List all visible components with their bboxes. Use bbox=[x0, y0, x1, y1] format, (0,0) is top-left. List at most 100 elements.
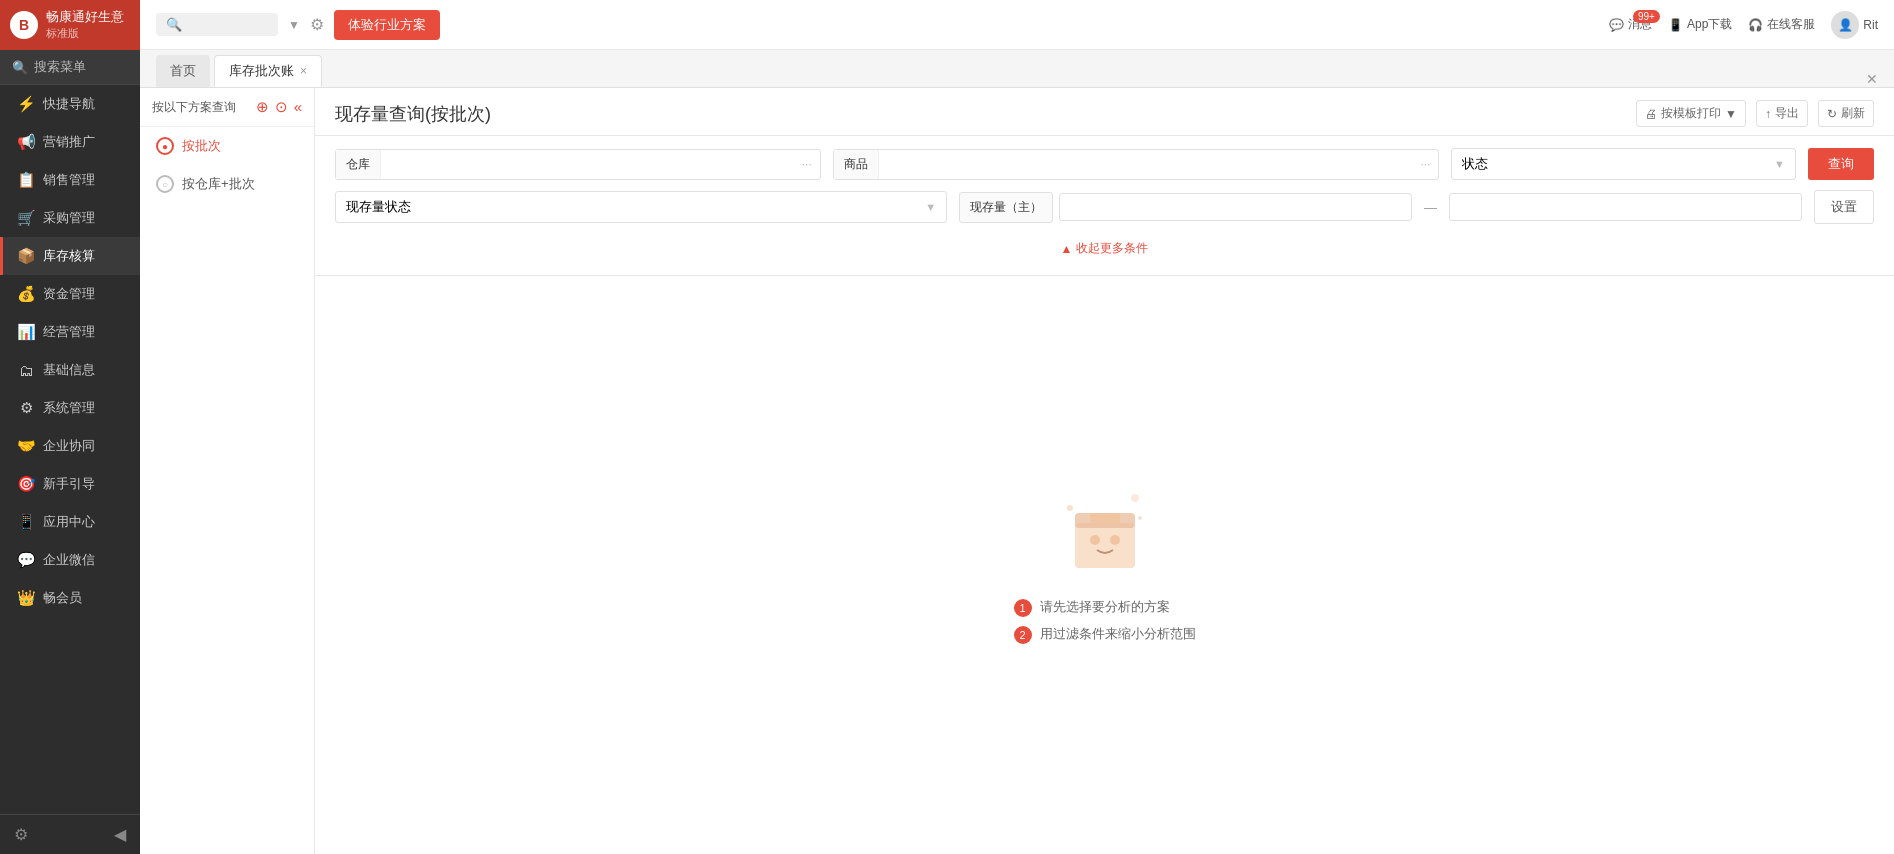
marketing-icon: 📢 bbox=[17, 133, 35, 151]
tab-home[interactable]: 首页 bbox=[156, 55, 210, 87]
print-label: 按模板打印 bbox=[1661, 105, 1721, 122]
nav-icon: ⚡ bbox=[17, 95, 35, 113]
online-service-btn[interactable]: 🎧 在线客服 bbox=[1748, 16, 1815, 33]
tab-close-icon[interactable]: × bbox=[300, 64, 307, 78]
print-icon: 🖨 bbox=[1645, 107, 1657, 121]
wechat-icon: 💬 bbox=[17, 551, 35, 569]
sidebar-item-basic[interactable]: 🗂 基础信息 bbox=[0, 351, 140, 389]
collapse-icon: ▲ bbox=[1061, 242, 1073, 256]
stock-status-filter[interactable]: 现存量状态 ▼ bbox=[335, 191, 947, 223]
stock-qty-label: 现存量（主） bbox=[959, 192, 1053, 223]
messages-badge: 99+ bbox=[1633, 10, 1660, 23]
page-header: 现存量查询(按批次) 🖨 按模板打印 ▼ ↑ 导出 ↻ 刷新 bbox=[315, 88, 1894, 136]
sidebar: B 畅康通好生意 标准版 🔍 搜索菜单 ⚡ 快捷导航 📢 营销推广 📋 销售管理… bbox=[0, 0, 140, 854]
app-download-btn[interactable]: 📱 App下载 bbox=[1668, 16, 1732, 33]
sales-icon: 📋 bbox=[17, 171, 35, 189]
sidebar-item-label: 采购管理 bbox=[43, 209, 95, 227]
step-1-text: 请先选择要分析的方案 bbox=[1040, 598, 1170, 616]
system-icon: ⚙ bbox=[17, 399, 35, 417]
sidebar-item-nav[interactable]: ⚡ 快捷导航 bbox=[0, 85, 140, 123]
scheme-active-icon: ● bbox=[156, 137, 174, 155]
product-filter[interactable]: 商品 ··· bbox=[833, 149, 1440, 180]
sidebar-item-inventory[interactable]: 📦 库存核算 bbox=[0, 237, 140, 275]
scheme-item-batch[interactable]: ● 按批次 bbox=[140, 127, 314, 165]
sidebar-item-finance[interactable]: 💰 资金管理 bbox=[0, 275, 140, 313]
sidebar-item-guide[interactable]: 🎯 新手引导 bbox=[0, 465, 140, 503]
app-name: 畅康通好生意 bbox=[46, 9, 124, 26]
sidebar-search[interactable]: 🔍 搜索菜单 bbox=[0, 50, 140, 85]
sidebar-item-label: 经营管理 bbox=[43, 323, 95, 341]
app-title-group: 畅康通好生意 标准版 bbox=[46, 9, 124, 41]
scheme-item-warehouse-batch[interactable]: ○ 按仓库+批次 bbox=[140, 165, 314, 203]
svg-point-5 bbox=[1067, 505, 1073, 511]
guide-icon: 🎯 bbox=[17, 475, 35, 493]
right-panel: 现存量查询(按批次) 🖨 按模板打印 ▼ ↑ 导出 ↻ 刷新 bbox=[315, 88, 1894, 854]
sidebar-item-label: 基础信息 bbox=[43, 361, 95, 379]
svg-point-4 bbox=[1110, 535, 1120, 545]
sidebar-item-label: 畅会员 bbox=[43, 589, 82, 607]
refresh-icon: ↻ bbox=[1827, 107, 1837, 121]
product-more-icon[interactable]: ··· bbox=[1412, 151, 1438, 177]
sidebar-item-member[interactable]: 👑 畅会员 bbox=[0, 579, 140, 617]
search-icon: 🔍 bbox=[12, 60, 28, 75]
query-button[interactable]: 查询 bbox=[1808, 148, 1874, 180]
sidebar-item-app[interactable]: 📱 应用中心 bbox=[0, 503, 140, 541]
topbar-search-input[interactable] bbox=[188, 18, 268, 32]
purchase-icon: 🛒 bbox=[17, 209, 35, 227]
stock-qty-from-input[interactable] bbox=[1059, 193, 1412, 221]
filter-row-2: 现存量状态 ▼ 现存量（主） — 设置 bbox=[335, 190, 1874, 224]
avatar: 👤 bbox=[1831, 11, 1859, 39]
product-input[interactable] bbox=[879, 151, 1413, 177]
sidebar-item-label: 系统管理 bbox=[43, 399, 95, 417]
stock-status-label: 现存量状态 bbox=[346, 198, 411, 216]
print-dropdown-icon[interactable]: ▼ bbox=[1725, 107, 1737, 121]
svg-point-7 bbox=[1131, 494, 1139, 502]
svg-rect-0 bbox=[1075, 523, 1135, 568]
warehouse-input[interactable] bbox=[381, 151, 794, 177]
settings-gear-icon[interactable]: ⚙ bbox=[310, 15, 324, 34]
panel-close-btn[interactable]: ✕ bbox=[1866, 71, 1878, 87]
status-label: 状态 bbox=[1462, 155, 1488, 173]
status-filter[interactable]: 状态 ▼ bbox=[1451, 148, 1796, 180]
scheme-list: ● 按批次 ○ 按仓库+批次 bbox=[140, 127, 314, 203]
step-1-num: 1 bbox=[1014, 599, 1032, 617]
experience-btn[interactable]: 体验行业方案 bbox=[334, 10, 440, 40]
scheme-batch-label: 按批次 bbox=[182, 137, 221, 155]
collapse-left-btn[interactable]: « bbox=[294, 98, 302, 116]
finance-icon: 💰 bbox=[17, 285, 35, 303]
collapse-icon[interactable]: ◀ bbox=[114, 825, 126, 844]
topbar-search-box[interactable]: 🔍 bbox=[156, 13, 278, 36]
dropdown-icon[interactable]: ▼ bbox=[288, 18, 300, 32]
sidebar-item-wechat[interactable]: 💬 企业微信 bbox=[0, 541, 140, 579]
warehouse-filter[interactable]: 仓库 ··· bbox=[335, 149, 821, 180]
close-icon: ✕ bbox=[1866, 71, 1878, 87]
settings-icon[interactable]: ⚙ bbox=[14, 825, 28, 844]
sidebar-item-system[interactable]: ⚙ 系统管理 bbox=[0, 389, 140, 427]
warehouse-more-icon[interactable]: ··· bbox=[794, 151, 820, 177]
user-profile[interactable]: 👤 Rit bbox=[1831, 11, 1878, 39]
app-icon: 📱 bbox=[17, 513, 35, 531]
export-icon: ↑ bbox=[1765, 107, 1771, 121]
sidebar-item-enterprise[interactable]: 🤝 企业协同 bbox=[0, 427, 140, 465]
export-btn[interactable]: ↑ 导出 bbox=[1756, 100, 1808, 127]
step-2-num: 2 bbox=[1014, 626, 1032, 644]
sidebar-item-marketing[interactable]: 📢 营销推广 bbox=[0, 123, 140, 161]
topbar-search-icon: 🔍 bbox=[166, 17, 182, 32]
sidebar-item-operation[interactable]: 📊 经营管理 bbox=[0, 313, 140, 351]
left-panel-actions: ⊕ ⊙ « bbox=[256, 98, 302, 116]
svg-rect-2 bbox=[1090, 513, 1120, 523]
print-btn[interactable]: 🖨 按模板打印 ▼ bbox=[1636, 100, 1746, 127]
sidebar-item-purchase[interactable]: 🛒 采购管理 bbox=[0, 199, 140, 237]
settings-scheme-btn[interactable]: ⊙ bbox=[275, 98, 288, 116]
collapse-more-btn[interactable]: ▲ 收起更多条件 bbox=[335, 234, 1874, 263]
sidebar-item-sales[interactable]: 📋 销售管理 bbox=[0, 161, 140, 199]
add-scheme-btn[interactable]: ⊕ bbox=[256, 98, 269, 116]
settings-button[interactable]: 设置 bbox=[1814, 190, 1874, 224]
messages-btn[interactable]: 💬 消息 99+ bbox=[1609, 16, 1652, 33]
sidebar-nav: ⚡ 快捷导航 📢 营销推广 📋 销售管理 🛒 采购管理 📦 库存核算 💰 资金管… bbox=[0, 85, 140, 814]
stock-qty-to-input[interactable] bbox=[1449, 193, 1802, 221]
user-icon: 👤 bbox=[1838, 18, 1853, 32]
tab-inventory-batch[interactable]: 库存批次账 × bbox=[214, 55, 322, 87]
refresh-btn[interactable]: ↻ 刷新 bbox=[1818, 100, 1874, 127]
app-logo: B bbox=[10, 11, 38, 39]
